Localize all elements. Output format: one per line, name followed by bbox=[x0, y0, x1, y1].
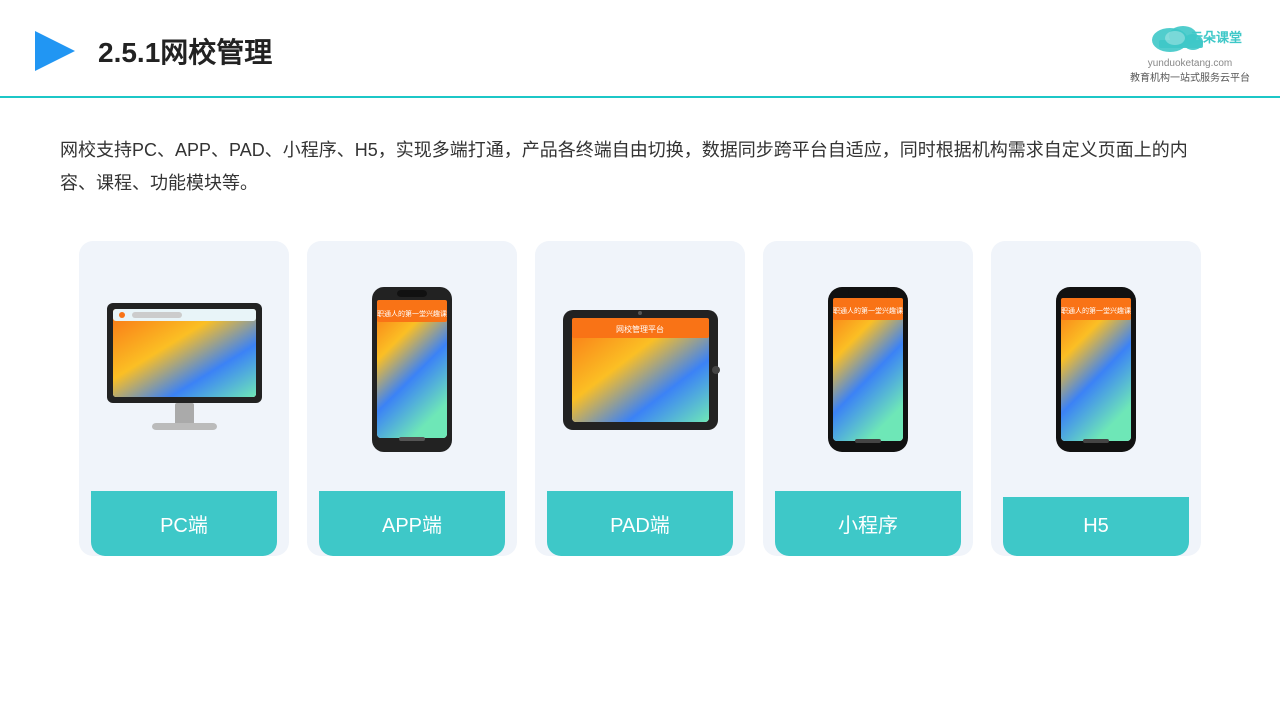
card-pc-label: PC端 bbox=[91, 491, 277, 556]
logo-area: 云朵课堂 yunduoketang.com 教育机构一站式服务云平台 bbox=[1130, 18, 1250, 84]
card-miniapp-label: 小程序 bbox=[775, 491, 961, 556]
cards-container: PC端 bbox=[0, 211, 1280, 586]
svg-text:职通人的第一堂兴趣课: 职通人的第一堂兴趣课 bbox=[833, 306, 903, 315]
pad-tablet-svg: 网校管理平台 bbox=[558, 305, 723, 435]
card-h5-label: H5 bbox=[1003, 497, 1189, 556]
svg-text:职通人的第一堂兴趣课: 职通人的第一堂兴趣课 bbox=[1061, 306, 1131, 315]
header: 2.5.1网校管理 云朵课堂 yunduoketang.com 教育机构一站式服… bbox=[0, 0, 1280, 98]
card-pc: PC端 bbox=[79, 241, 289, 556]
card-miniapp: 职通人的第一堂兴趣课 小程序 bbox=[763, 241, 973, 556]
page-title: 2.5.1网校管理 bbox=[98, 31, 272, 71]
app-phone-svg: 职通人的第一堂兴趣课 bbox=[367, 282, 457, 457]
brand-logo-svg: 云朵课堂 bbox=[1135, 18, 1245, 58]
description-text: 网校支持PC、APP、PAD、小程序、H5，实现多端打通，产品各终端自由切换，数… bbox=[0, 98, 1280, 211]
card-app-image: 职通人的第一堂兴趣课 bbox=[319, 265, 505, 475]
miniapp-phone-svg: 职通人的第一堂兴趣课 bbox=[823, 282, 913, 457]
card-pc-image bbox=[91, 265, 277, 475]
card-pad-image: 网校管理平台 bbox=[547, 265, 733, 475]
play-icon bbox=[30, 26, 80, 76]
card-pad: 网校管理平台 PAD端 bbox=[535, 241, 745, 556]
h5-phone-svg: 职通人的第一堂兴趣课 bbox=[1051, 282, 1141, 457]
card-h5: 职通人的第一堂兴趣课 H5 bbox=[991, 241, 1201, 556]
logo-url: yunduoketang.com bbox=[1148, 58, 1233, 69]
card-app: 职通人的第一堂兴趣课 APP端 bbox=[307, 241, 517, 556]
svg-text:职通人的第一堂兴趣课: 职通人的第一堂兴趣课 bbox=[377, 309, 447, 318]
header-left: 2.5.1网校管理 bbox=[30, 26, 272, 76]
card-miniapp-image: 职通人的第一堂兴趣课 bbox=[775, 265, 961, 475]
monitor-svg bbox=[97, 295, 272, 445]
card-pad-label: PAD端 bbox=[547, 491, 733, 556]
card-app-label: APP端 bbox=[319, 491, 505, 556]
card-h5-image: 职通人的第一堂兴趣课 bbox=[1003, 265, 1189, 475]
svg-text:云朵课堂: 云朵课堂 bbox=[1190, 30, 1242, 45]
logo-slogan: 教育机构一站式服务云平台 bbox=[1130, 69, 1250, 84]
svg-text:网校管理平台: 网校管理平台 bbox=[616, 324, 664, 334]
